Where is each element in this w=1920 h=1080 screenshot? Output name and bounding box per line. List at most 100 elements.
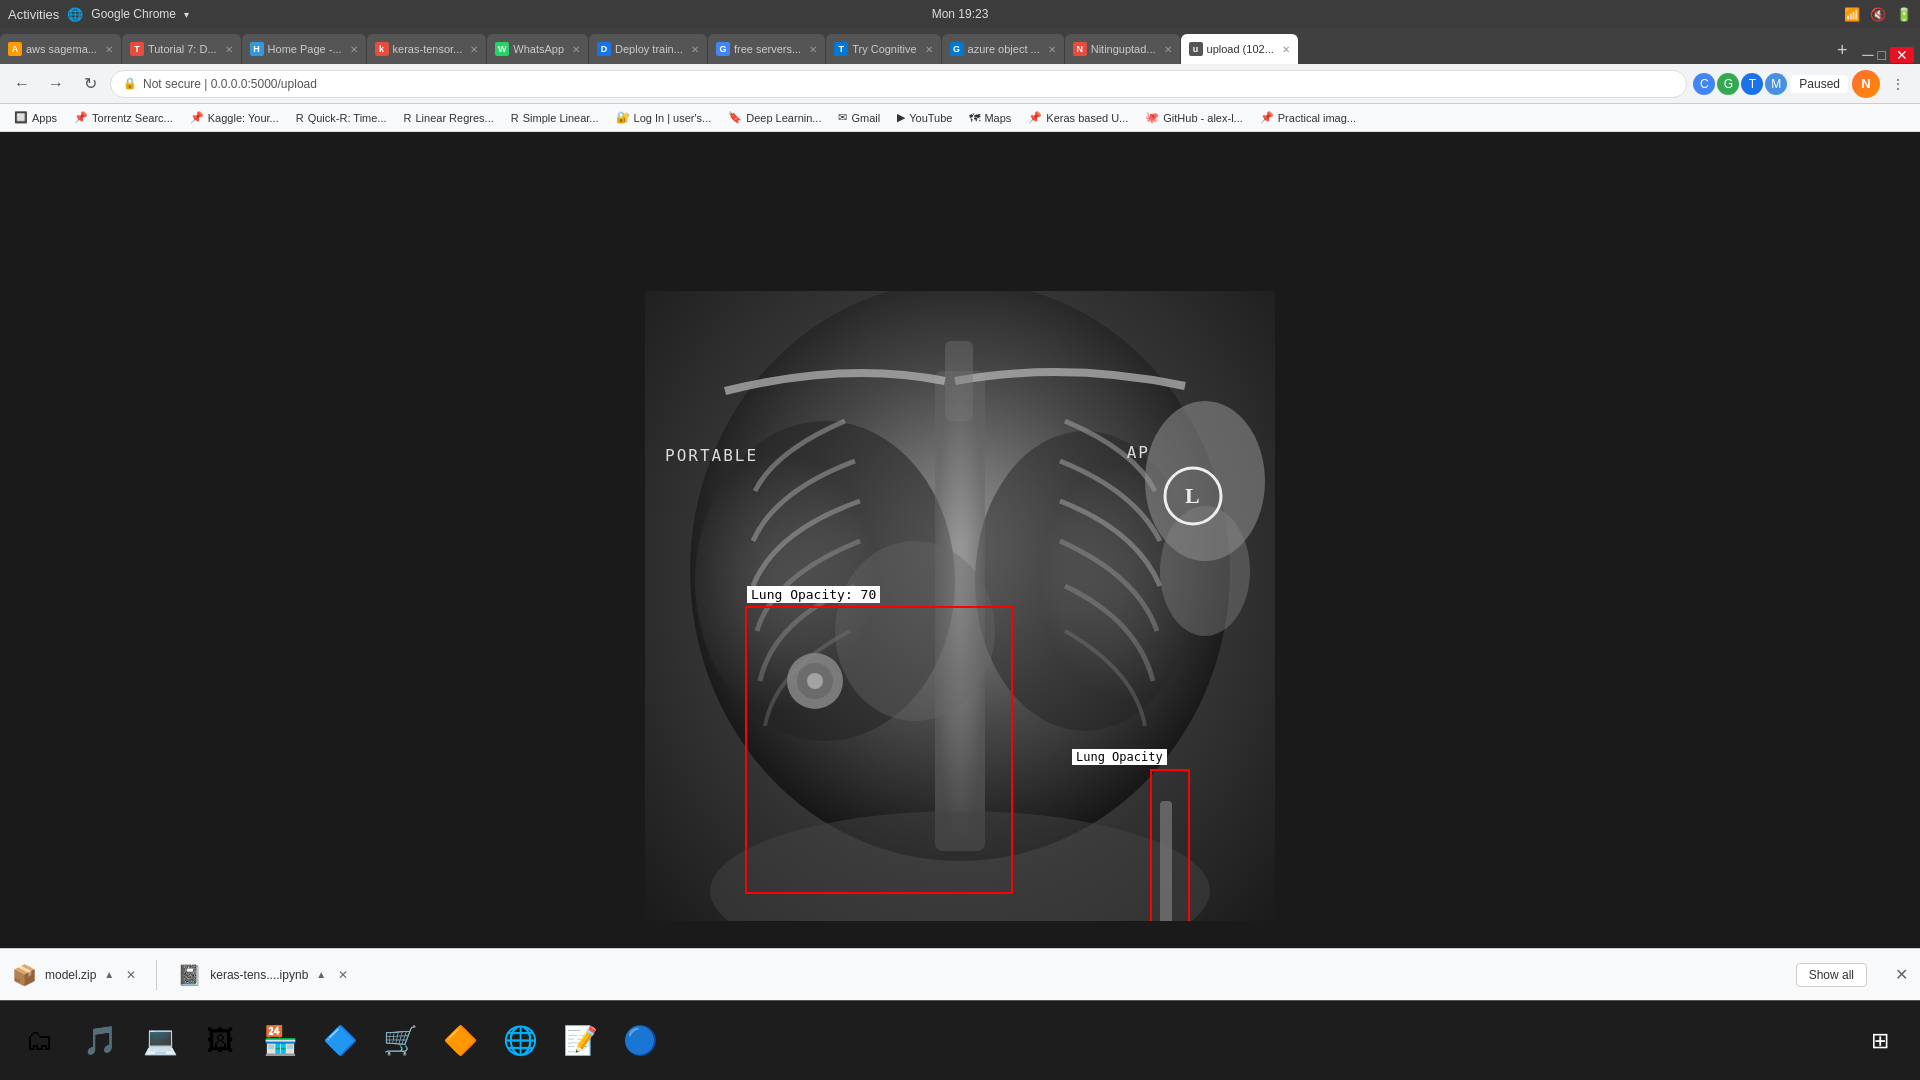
download-chevron-1[interactable]: ▲ (104, 969, 114, 980)
download-item-2[interactable]: 📓 keras-tens....ipynb ▲ ✕ (177, 963, 348, 987)
taskbar-app-software[interactable]: 🏪 (252, 1013, 308, 1069)
bookmarks-bar: 🔲Apps📌Torrentz Searc...📌Kaggle: Your...R… (0, 104, 1920, 132)
browser-tab-tab10[interactable]: N Nitinguptad... ✕ (1065, 34, 1180, 64)
download-close-2[interactable]: ✕ (338, 968, 348, 982)
browser-tab-tab9[interactable]: G azure object ... ✕ (942, 34, 1064, 64)
tab-close-tab6[interactable]: ✕ (691, 44, 699, 55)
bookmark-icon-6: 🔐 (616, 111, 630, 124)
download-bar-close[interactable]: ✕ (1895, 965, 1908, 984)
tab-label-tab9: azure object ... (968, 43, 1040, 55)
bookmark-item-8[interactable]: ✉ Gmail (830, 107, 888, 129)
bookmark-icon-8: ✉ (838, 111, 847, 124)
browser-tab-tab8[interactable]: T Try Cognitive ✕ (826, 34, 940, 64)
browser-tab-tab7[interactable]: G free servers... ✕ (708, 34, 825, 64)
minimize-button[interactable]: ─ (1862, 46, 1873, 64)
lock-icon: 🔒 (123, 77, 137, 90)
bookmark-item-10[interactable]: 🗺Maps (961, 107, 1019, 129)
app-grid-button[interactable]: ⊞ (1852, 1013, 1908, 1069)
url-input-box[interactable]: 🔒 Not secure | 0.0.0.0:5000/upload (110, 70, 1687, 98)
browser-tab-tab1[interactable]: A aws sagema... ✕ (0, 34, 121, 64)
bookmark-label-11: Keras based U... (1046, 112, 1128, 124)
svg-text:L: L (1185, 483, 1200, 508)
download-item-1[interactable]: 📦 model.zip ▲ ✕ (12, 963, 136, 987)
browser-tab-tab2[interactable]: T Tutorial 7: D... ✕ (122, 34, 241, 64)
bookmark-item-1[interactable]: 📌Torrentz Searc... (66, 107, 181, 129)
tab-close-tab11[interactable]: ✕ (1282, 44, 1290, 55)
bookmark-label-6: Log In | user's... (634, 112, 712, 124)
back-button[interactable]: ← (8, 70, 36, 98)
bookmark-label-8: Gmail (851, 112, 880, 124)
reload-button[interactable]: ↻ (76, 70, 104, 98)
bookmark-item-3[interactable]: RQuick-R: Time... (288, 107, 395, 129)
tab-close-tab4[interactable]: ✕ (470, 44, 478, 55)
tab-favicon-tab10: N (1073, 42, 1087, 56)
bookmark-item-13[interactable]: 📌Practical imag... (1252, 107, 1364, 129)
taskbar-app-chrome[interactable]: 🌐 (492, 1013, 548, 1069)
tab-favicon-tab11: u (1189, 42, 1203, 56)
paused-badge[interactable]: Paused (1791, 75, 1848, 93)
bookmark-item-2[interactable]: 📌Kaggle: Your... (182, 107, 287, 129)
tab-close-tab8[interactable]: ✕ (925, 44, 933, 55)
bookmark-item-9[interactable]: ▶YouTube (889, 107, 960, 129)
tab-close-tab2[interactable]: ✕ (225, 44, 233, 55)
taskbar-app-vlc[interactable]: 🔶 (432, 1013, 488, 1069)
tab-close-tab7[interactable]: ✕ (809, 44, 817, 55)
ext-icon-1[interactable]: C (1693, 73, 1715, 95)
forward-button[interactable]: → (42, 70, 70, 98)
bookmark-label-4: Linear Regres... (415, 112, 493, 124)
bookmark-icon-7: 🔖 (728, 111, 742, 124)
browser-tab-tab11[interactable]: u upload (102... ✕ (1181, 34, 1298, 64)
ext-icon-3[interactable]: T (1741, 73, 1763, 95)
tab-favicon-tab2: T (130, 42, 144, 56)
chrome-title[interactable]: Google Chrome (91, 7, 176, 21)
download-close-1[interactable]: ✕ (126, 968, 136, 982)
bookmark-item-4[interactable]: RLinear Regres... (396, 107, 502, 129)
browser-tab-tab5[interactable]: W WhatsApp ✕ (487, 34, 588, 64)
taskbar-app-vscode[interactable]: 🔵 (612, 1013, 668, 1069)
battery-icon: 🔋 (1896, 7, 1912, 22)
bookmark-item-11[interactable]: 📌Keras based U... (1020, 107, 1136, 129)
svg-point-10 (1160, 506, 1250, 636)
bookmark-item-12[interactable]: 🐙GitHub - alex-l... (1137, 107, 1250, 129)
profile-avatar[interactable]: N (1852, 70, 1880, 98)
taskbar-app-files[interactable]: 🗂 (12, 1013, 68, 1069)
bookmark-icon-13: 📌 (1260, 111, 1274, 124)
bookmark-item-6[interactable]: 🔐 Log In | user's... (608, 107, 720, 129)
show-all-button[interactable]: Show all (1796, 963, 1867, 987)
browser-tab-tab4[interactable]: k keras-tensor... ✕ (367, 34, 487, 64)
bookmark-label-7: Deep Learnin... (746, 112, 821, 124)
tab-close-tab1[interactable]: ✕ (105, 44, 113, 55)
tab-close-tab9[interactable]: ✕ (1048, 44, 1056, 55)
bookmark-label-3: Quick-R: Time... (308, 112, 387, 124)
bookmark-item-5[interactable]: RSimple Linear... (503, 107, 607, 129)
tab-favicon-tab6: D (597, 42, 611, 56)
activities-button[interactable]: Activities (8, 7, 59, 22)
download-icon-2: 📓 (177, 963, 202, 987)
tab-close-tab10[interactable]: ✕ (1164, 44, 1172, 55)
menu-button[interactable]: ⋮ (1884, 70, 1912, 98)
taskbar-app-shotwell[interactable]: 🖼 (192, 1013, 248, 1069)
download-name-2: keras-tens....ipynb (210, 968, 308, 982)
taskbar-app-vscode-like[interactable]: 🔷 (312, 1013, 368, 1069)
taskbar-app-terminal[interactable]: 💻 (132, 1013, 188, 1069)
download-chevron-2[interactable]: ▲ (316, 969, 326, 980)
maximize-button[interactable]: □ (1878, 47, 1886, 63)
bookmark-item-7[interactable]: 🔖 Deep Learnin... (720, 107, 829, 129)
taskbar-app-amazon[interactable]: 🛒 (372, 1013, 428, 1069)
close-button[interactable]: ✕ (1890, 47, 1914, 63)
time-display: Mon 19:23 (932, 7, 989, 21)
bookmark-icon-0: 🔲 (14, 111, 28, 124)
bookmark-item-0[interactable]: 🔲Apps (6, 107, 65, 129)
tab-close-tab5[interactable]: ✕ (572, 44, 580, 55)
tab-close-tab3[interactable]: ✕ (350, 44, 358, 55)
browser-tab-tab3[interactable]: H Home Page -... ✕ (242, 34, 366, 64)
chrome-dropdown-icon[interactable]: ▾ (184, 9, 189, 20)
taskbar-app-text-editor[interactable]: 📝 (552, 1013, 608, 1069)
ext-icon-4[interactable]: M (1765, 73, 1787, 95)
taskbar-app-rhythmbox[interactable]: 🎵 (72, 1013, 128, 1069)
new-tab-button[interactable]: + (1828, 36, 1856, 64)
browser-tab-tab6[interactable]: D Deploy train... ✕ (589, 34, 707, 64)
ext-icon-2[interactable]: G (1717, 73, 1739, 95)
portable-annotation: PORTABLE (665, 446, 758, 465)
detection-box-1: Lung Opacity: 70 (745, 606, 1013, 894)
